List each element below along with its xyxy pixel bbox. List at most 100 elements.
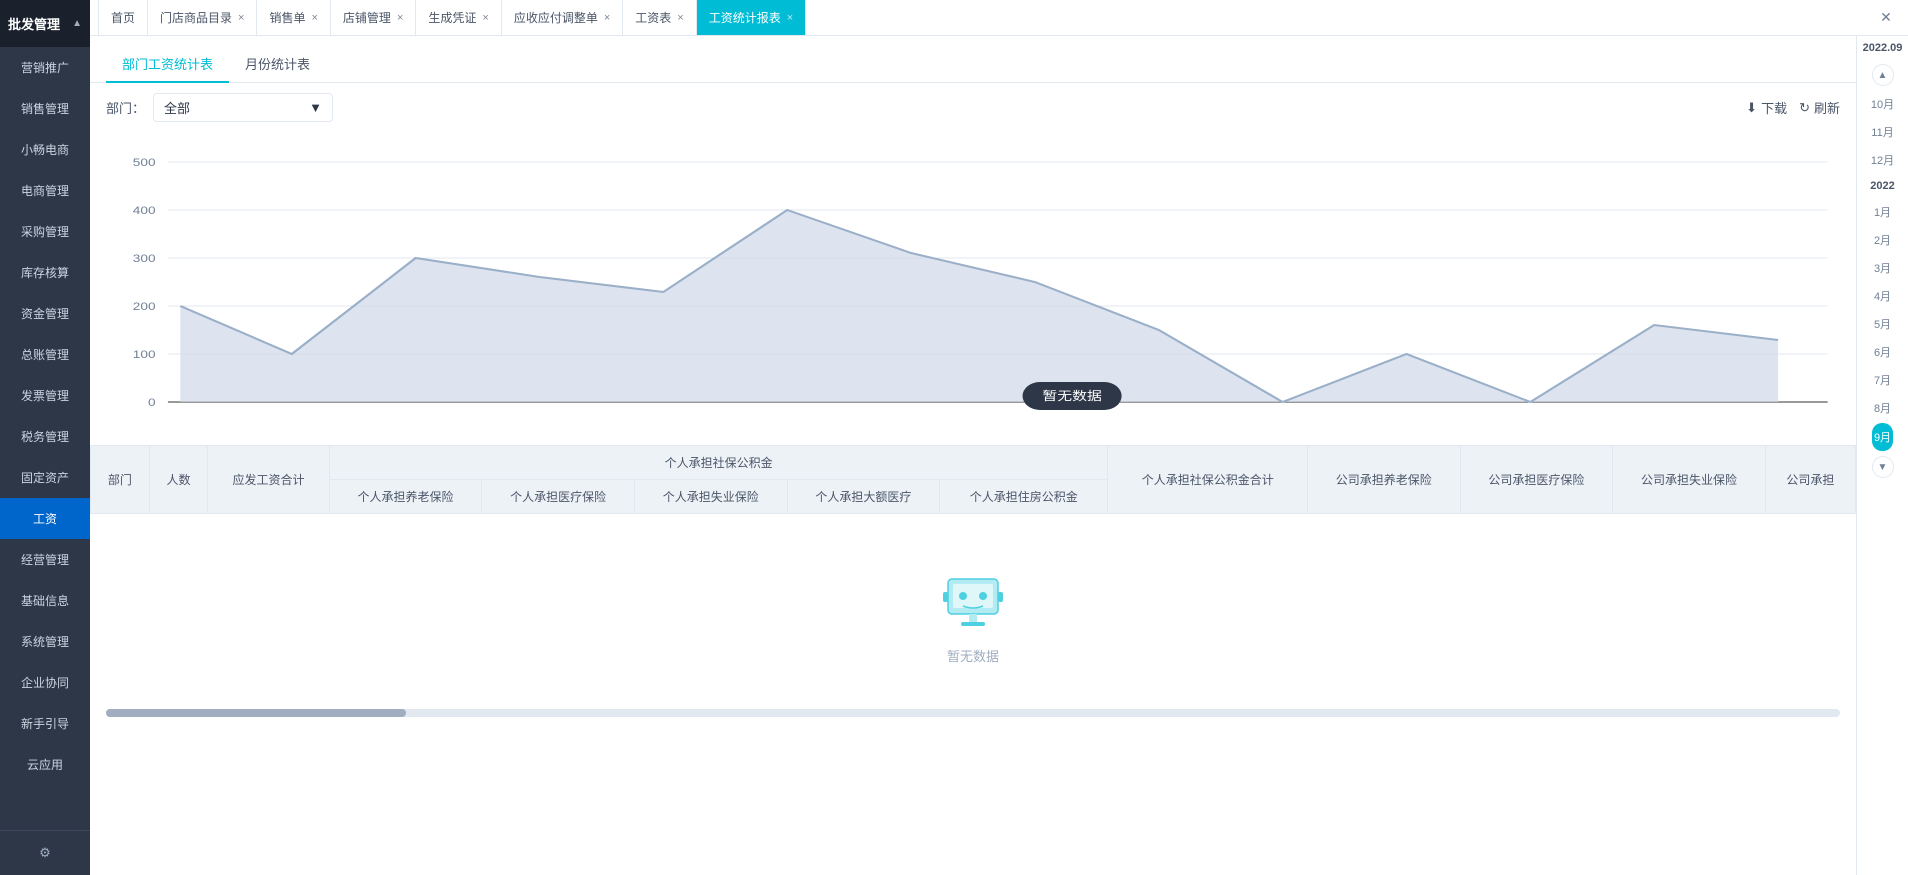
sidebar-item-basic-info[interactable]: 基础信息 — [0, 580, 90, 621]
tab-label-store-manage: 店铺管理 — [343, 9, 391, 26]
sub-tab-dept-stats[interactable]: 部门工资统计表 — [106, 46, 229, 83]
timeline-item-2[interactable]: 2月 — [1868, 226, 1897, 254]
tabs-container: 首页门店商品目录×销售单×店铺管理×生成凭证×应收应付调整单×工资表×工资统计报… — [98, 0, 806, 36]
sidebar-item-inventory[interactable]: 库存核算 — [0, 252, 90, 293]
col-company-medical: 公司承担医疗保险 — [1460, 446, 1613, 514]
svg-text:100: 100 — [133, 348, 156, 360]
col-personal-housing: 个人承担住房公积金 — [940, 480, 1108, 514]
tab-sales-order[interactable]: 销售单 × — [257, 0, 330, 36]
col-personal-medical: 个人承担医疗保险 — [482, 480, 635, 514]
tab-voucher[interactable]: 生成凭证 × — [416, 0, 501, 36]
tab-store-catalog[interactable]: 门店商品目录× — [148, 0, 257, 36]
timeline-down-button[interactable]: ▼ — [1872, 456, 1894, 478]
sidebar-item-invoice[interactable]: 发票管理 — [0, 375, 90, 416]
timeline-item-11[interactable]: 11月 — [1868, 118, 1897, 146]
timeline-item-4[interactable]: 4月 — [1868, 282, 1897, 310]
sidebar-item-system[interactable]: 系统管理 — [0, 621, 90, 662]
timeline-item-10[interactable]: 10月 — [1868, 90, 1897, 118]
tab-close-store-manage[interactable]: × — [397, 12, 403, 24]
svg-text:0: 0 — [148, 396, 156, 408]
col-company-unemploy: 公司承担失业保险 — [1613, 446, 1766, 514]
sidebar: 批发管理 ▲ 营销推广销售管理小畅电商电商管理采购管理库存核算资金管理总账管理发… — [0, 0, 90, 875]
sidebar-item-fixed-assets[interactable]: 固定资产 — [0, 457, 90, 498]
col-company-other: 公司承担 — [1765, 446, 1855, 514]
empty-icon — [933, 554, 1013, 634]
timeline-item-2022[interactable]: 2022 — [1868, 174, 1897, 198]
timeline-item-7[interactable]: 7月 — [1868, 366, 1897, 394]
timeline-items-container: 10月11月12月20221月2月3月4月5月6月7月8月9月 — [1868, 90, 1897, 452]
svg-text:300: 300 — [133, 252, 156, 264]
svg-text:暂无数据: 暂无数据 — [1042, 389, 1101, 402]
table-header-row1: 部门 人数 应发工资合计 个人承担社保公积金 个人承担社保公积金合计 公司承担养… — [91, 446, 1856, 480]
timeline-sidebar: 2022.09 ▲ 10月11月12月20221月2月3月4月5月6月7月8月9… — [1856, 36, 1908, 875]
sidebar-arrow: ▲ — [72, 18, 82, 29]
sidebar-item-tax[interactable]: 税务管理 — [0, 416, 90, 457]
svg-text:200: 200 — [133, 300, 156, 312]
col-personal-unemploy: 个人承担失业保险 — [634, 480, 787, 514]
refresh-button[interactable]: ↻ 刷新 — [1799, 98, 1840, 117]
tab-label-home: 首页 — [111, 9, 135, 26]
tab-label-sales-order: 销售单 — [269, 9, 305, 26]
download-button[interactable]: ⬇ 下载 — [1746, 98, 1787, 117]
download-label: 下载 — [1761, 98, 1787, 117]
col-personal-social: 个人承担社保公积金 — [329, 446, 1108, 480]
col-personal-social-total: 个人承担社保公积金合计 — [1108, 446, 1308, 514]
main-area: 首页门店商品目录×销售单×店铺管理×生成凭证×应收应付调整单×工资表×工资统计报… — [90, 0, 1908, 875]
tab-label-payroll: 工资表 — [635, 9, 671, 26]
col-dept: 部门 — [91, 446, 150, 514]
tab-label-voucher: 生成凭证 — [428, 9, 476, 26]
sidebar-item-cloud[interactable]: 云应用 — [0, 744, 90, 785]
tab-close-store-catalog[interactable]: × — [238, 12, 244, 24]
timeline-item-9[interactable]: 9月 — [1872, 423, 1893, 451]
timeline-item-1[interactable]: 1月 — [1868, 198, 1897, 226]
tab-home[interactable]: 首页 — [98, 0, 148, 36]
close-all-button[interactable]: ✕ — [1872, 4, 1900, 32]
settings-button[interactable]: ⚙ — [0, 830, 90, 875]
sidebar-item-management[interactable]: 经营管理 — [0, 539, 90, 580]
settings-icon: ⚙ — [39, 845, 51, 860]
timeline-item-12[interactable]: 12月 — [1868, 146, 1897, 174]
tab-ar-ap-adjust[interactable]: 应收应付调整单× — [502, 0, 623, 36]
sidebar-item-ledger[interactable]: 总账管理 — [0, 334, 90, 375]
sidebar-item-salary[interactable]: 工资 — [0, 498, 90, 539]
sidebar-item-purchase[interactable]: 采购管理 — [0, 211, 90, 252]
timeline-item-3[interactable]: 3月 — [1868, 254, 1897, 282]
content-area: 部门工资统计表月份统计表 部门： 全部 ▼ ⬇ 下载 — [90, 36, 1908, 875]
sidebar-item-enterprise[interactable]: 企业协同 — [0, 662, 90, 703]
empty-state: 暂无数据 — [90, 514, 1856, 705]
tab-close-payroll[interactable]: × — [677, 12, 683, 24]
tab-payroll[interactable]: 工资表 × — [623, 0, 696, 36]
sidebar-items-container: 营销推广销售管理小畅电商电商管理采购管理库存核算资金管理总账管理发票管理税务管理… — [0, 47, 90, 785]
sub-tab-month-stats[interactable]: 月份统计表 — [229, 46, 326, 83]
sidebar-header[interactable]: 批发管理 ▲ — [0, 0, 90, 47]
refresh-label: 刷新 — [1814, 98, 1840, 117]
sidebar-item-marketing[interactable]: 营销推广 — [0, 47, 90, 88]
empty-label: 暂无数据 — [947, 646, 999, 665]
tab-bar: 首页门店商品目录×销售单×店铺管理×生成凭证×应收应付调整单×工资表×工资统计报… — [90, 0, 1908, 36]
tab-close-salary-report[interactable]: × — [787, 12, 793, 24]
timeline-item-6[interactable]: 6月 — [1868, 338, 1897, 366]
sidebar-item-guide[interactable]: 新手引导 — [0, 703, 90, 744]
chevron-down-icon: ▼ — [309, 100, 322, 115]
table-area[interactable]: 部门 人数 应发工资合计 个人承担社保公积金 个人承担社保公积金合计 公司承担养… — [90, 445, 1856, 875]
tab-close-ar-ap-adjust[interactable]: × — [604, 12, 610, 24]
timeline-item-8[interactable]: 8月 — [1868, 394, 1897, 422]
timeline-up-button[interactable]: ▲ — [1872, 64, 1894, 86]
sidebar-item-funds[interactable]: 资金管理 — [0, 293, 90, 334]
tab-close-voucher[interactable]: × — [482, 12, 488, 24]
toolbar-right: ⬇ 下载 ↻ 刷新 — [1746, 98, 1840, 117]
horizontal-scrollbar[interactable] — [106, 709, 1840, 717]
sidebar-title: 批发管理 — [8, 14, 60, 33]
tab-salary-report[interactable]: 工资统计报表× — [697, 0, 806, 36]
tab-close-sales-order[interactable]: × — [311, 12, 317, 24]
dept-select[interactable]: 全部 ▼ — [153, 93, 333, 122]
col-count: 人数 — [149, 446, 208, 514]
sidebar-item-ecommerce[interactable]: 电商管理 — [0, 170, 90, 211]
timeline-item-5[interactable]: 5月 — [1868, 310, 1897, 338]
tab-store-manage[interactable]: 店铺管理 × — [331, 0, 416, 36]
page-content: 部门工资统计表月份统计表 部门： 全部 ▼ ⬇ 下载 — [90, 36, 1856, 875]
sidebar-item-sales[interactable]: 销售管理 — [0, 88, 90, 129]
sub-tabs-container: 部门工资统计表月份统计表 — [106, 46, 326, 82]
col-personal-pension: 个人承担养老保险 — [329, 480, 482, 514]
sidebar-item-ecommerce-small[interactable]: 小畅电商 — [0, 129, 90, 170]
